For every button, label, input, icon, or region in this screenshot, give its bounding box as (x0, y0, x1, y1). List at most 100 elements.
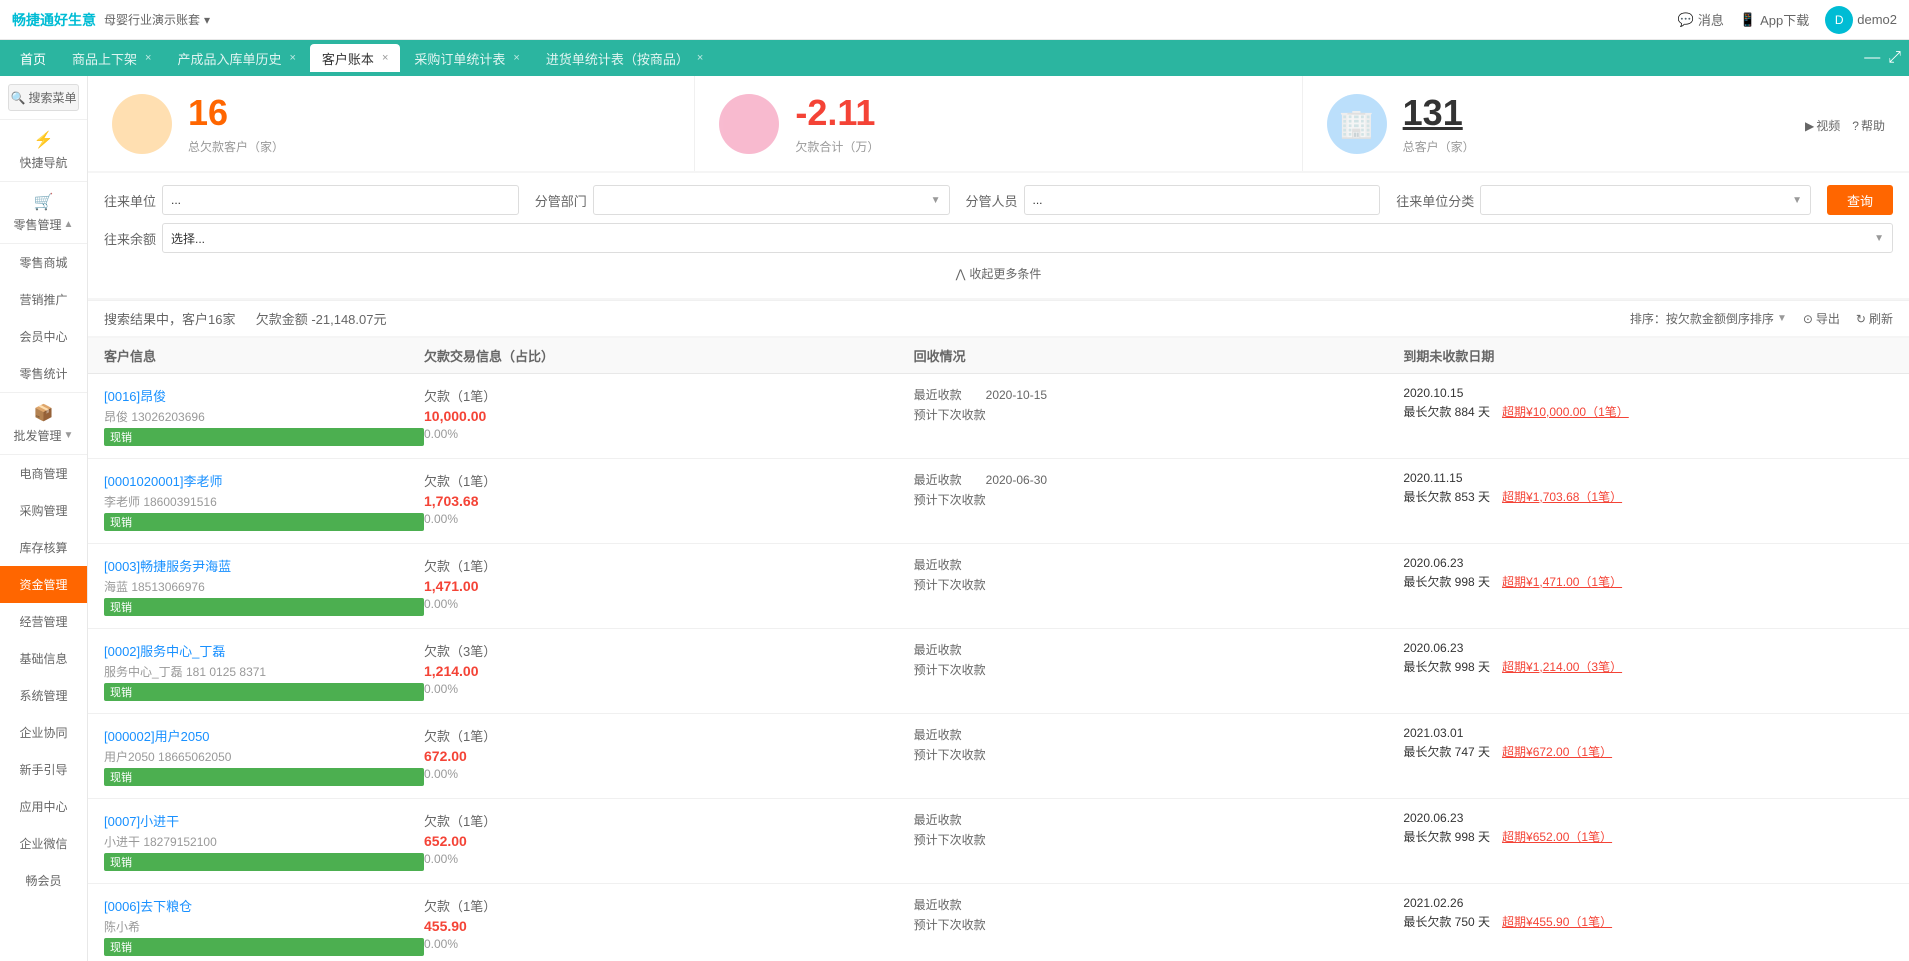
top-bar: 畅捷通好生意 母婴行业演示账套 ▾ 💬 消息 📱 App下载 D demo2 (0, 0, 1909, 40)
overdue-info-2: 2020.11.15 最长欠款 853 天 超期¥1,703.68（1笔） (1403, 471, 1893, 505)
message-btn[interactable]: 💬 消息 (1678, 10, 1724, 29)
overdue-link-7[interactable]: 超期¥455.90（1笔） (1502, 915, 1612, 929)
sidebar-item-basic-info[interactable]: 基础信息 (0, 640, 87, 677)
chevron-icon: ▲ (64, 219, 74, 230)
collapse-row: ⋀ 收起更多条件 (104, 261, 1893, 286)
customer-name-link-1[interactable]: [0016]昂俊 (104, 386, 424, 405)
sidebar-item-member2[interactable]: 畅会员 (0, 862, 87, 899)
query-button[interactable]: 查询 (1827, 185, 1893, 215)
filter-select-balance[interactable]: 选择... ▼ (162, 223, 1893, 253)
customer-name-link-7[interactable]: [0006]去下粮仓 (104, 896, 424, 915)
sidebar-item-inventory[interactable]: 库存核算 (0, 529, 87, 566)
sidebar-item-guide-label: 新手引导 (19, 761, 67, 778)
collapse-button[interactable]: ⋀ 收起更多条件 (956, 265, 1042, 282)
stat-info-2: -2.11 欠款合计（万） (795, 92, 879, 155)
tab-purchase-stats-close[interactable]: × (513, 52, 519, 64)
refresh-btn[interactable]: ↻ 刷新 (1856, 310, 1893, 327)
user-avatar[interactable]: D demo2 (1825, 6, 1897, 34)
customer-name-link-3[interactable]: [0003]畅捷服务尹海蓝 (104, 556, 424, 575)
sidebar: 🔍 搜索菜单 ⚡ 快捷导航 🛒 零售管理 ▲ 零售商城 营销推广 会员中心 零售… (0, 76, 88, 961)
customer-phone-1: 昂俊 13026203696 (104, 408, 424, 425)
debt-amount-3[interactable]: 1,471.00 (424, 578, 914, 594)
debt-amount-4[interactable]: 1,214.00 (424, 663, 914, 679)
filter-label-person: 分管人员 (966, 191, 1018, 210)
maximize-btn[interactable]: ⤢ (1888, 49, 1901, 67)
overdue-info-6: 2020.06.23 最长欠款 998 天 超期¥652.00（1笔） (1403, 811, 1893, 845)
last-collect-label-7: 最近收款 (914, 896, 1404, 913)
customer-phone-5: 用户2050 18665062050 (104, 748, 424, 765)
sort-label: 排序：按欠款金额倒序排序 (1630, 310, 1774, 327)
sort-selector[interactable]: 排序：按欠款金额倒序排序 ▼ (1630, 310, 1787, 327)
filter-select-category[interactable]: ▼ (1480, 185, 1811, 215)
sidebar-item-app-center[interactable]: 应用中心 (0, 788, 87, 825)
store-selector[interactable]: 母婴行业演示账套 ▾ (104, 11, 210, 28)
stat-icon-customers: 🏢 (1327, 94, 1387, 154)
tab-products-close[interactable]: × (145, 52, 151, 64)
sidebar-item-system[interactable]: 系统管理 (0, 677, 87, 714)
repay-info-2: 最近收款 2020-06-30 预计下次收款 (914, 471, 1404, 508)
tab-stock-stats-close[interactable]: × (697, 52, 703, 64)
sidebar-item-marketing[interactable]: 营销推广 (0, 281, 87, 318)
tab-customer-ledger[interactable]: 客户账本 × (310, 44, 400, 72)
sidebar-item-app-center-label: 应用中心 (19, 798, 67, 815)
debt-amount-2[interactable]: 1,703.68 (424, 493, 914, 509)
filter-select-dept[interactable]: ▼ (593, 185, 950, 215)
overdue-link-5[interactable]: 超期¥672.00（1笔） (1502, 745, 1612, 759)
sidebar-item-purchase[interactable]: 采购管理 (0, 492, 87, 529)
tab-purchase-stats[interactable]: 采购订单统计表 × (402, 44, 531, 72)
customer-tag-3: 现销 (104, 598, 424, 616)
sidebar-item-wholesale[interactable]: 📦 批发管理 ▼ (0, 393, 87, 455)
help-btn[interactable]: ? 帮助 (1852, 117, 1885, 134)
minimize-btn[interactable]: — (1864, 49, 1880, 67)
filter-input-supplier-dots: ... (171, 193, 181, 207)
debt-amount-1[interactable]: 10,000.00 (424, 408, 914, 424)
sidebar-item-member[interactable]: 会员中心 (0, 318, 87, 355)
overdue-link-4[interactable]: 超期¥1,214.00（3笔） (1502, 660, 1622, 674)
tab-products[interactable]: 商品上下架 × (60, 44, 163, 72)
customer-name-link-2[interactable]: [0001020001]李老师 (104, 471, 424, 490)
customer-name-link-6[interactable]: [0007]小进干 (104, 811, 424, 830)
sidebar-item-enterprise-label: 企业协同 (19, 724, 67, 741)
repay-info-4: 最近收款 预计下次收款 (914, 641, 1404, 678)
tab-stock-stats[interactable]: 进货单统计表（按商品） × (534, 44, 715, 72)
sidebar-item-retail-mall[interactable]: 零售商城 (0, 244, 87, 281)
export-btn[interactable]: ⊙ 导出 (1803, 310, 1840, 327)
overdue-link-6[interactable]: 超期¥652.00（1笔） (1502, 830, 1612, 844)
last-collect-label-4: 最近收款 (914, 641, 1404, 658)
video-btn[interactable]: ▶ 视频 (1805, 117, 1840, 134)
customer-info-3: [0003]畅捷服务尹海蓝 海蓝 18513066976 现销 (104, 556, 424, 616)
sidebar-item-quick-nav[interactable]: ⚡ 快捷导航 (0, 120, 87, 182)
results-bar: 搜索结果中，客户16家 欠款金额 -21,148.07元 排序：按欠款金额倒序排… (88, 300, 1909, 336)
customer-name-link-5[interactable]: [000002]用户2050 (104, 726, 424, 745)
filter-input-person-dots: ... (1033, 193, 1043, 207)
sidebar-item-retail-mgmt[interactable]: 🛒 零售管理 ▲ (0, 182, 87, 244)
sidebar-item-ecommerce[interactable]: 电商管理 (0, 455, 87, 492)
overdue-link-2[interactable]: 超期¥1,703.68（1笔） (1502, 490, 1622, 504)
app-download-btn[interactable]: 📱 App下载 (1740, 10, 1809, 29)
stat-card-2: ◇ -2.11 欠款合计（万） (695, 76, 1302, 171)
sidebar-item-enterprise[interactable]: 企业协同 (0, 714, 87, 751)
debt-amount-5[interactable]: 672.00 (424, 748, 914, 764)
overdue-link-1[interactable]: 超期¥10,000.00（1笔） (1502, 405, 1629, 419)
search-menu-btn[interactable]: 🔍 搜索菜单 (8, 84, 79, 111)
overdue-info-1: 2020.10.15 最长欠款 884 天 超期¥10,000.00（1笔） (1403, 386, 1893, 420)
customer-name-link-4[interactable]: [0002]服务中心_丁磊 (104, 641, 424, 660)
sidebar-item-operations[interactable]: 经营管理 (0, 603, 87, 640)
debt-ratio-6: 0.00% (424, 852, 914, 866)
filter-input-supplier[interactable]: ... (162, 185, 519, 215)
sidebar-item-wechat[interactable]: 企业微信 (0, 825, 87, 862)
overdue-link-3[interactable]: 超期¥1,471.00（1笔） (1502, 575, 1622, 589)
sidebar-item-guide[interactable]: 新手引导 (0, 751, 87, 788)
repay-info-6: 最近收款 预计下次收款 (914, 811, 1404, 848)
tab-inventory-close[interactable]: × (289, 52, 295, 64)
tab-customer-ledger-close[interactable]: × (382, 52, 388, 64)
tab-inventory[interactable]: 产成品入库单历史 × (165, 44, 307, 72)
debt-amount-7[interactable]: 455.90 (424, 918, 914, 934)
main-content: ¥ 16 总欠款客户（家） ◇ -2.11 欠款合计（万） 🏢 131 总客户（… (88, 76, 1909, 961)
sidebar-item-finance[interactable]: 资金管理 (0, 566, 87, 603)
sidebar-item-retail-stats[interactable]: 零售统计 (0, 355, 87, 393)
sidebar-item-member-label: 会员中心 (19, 328, 67, 345)
debt-amount-6[interactable]: 652.00 (424, 833, 914, 849)
tab-home[interactable]: 首页 (8, 44, 58, 72)
filter-input-person[interactable]: ... (1024, 185, 1381, 215)
